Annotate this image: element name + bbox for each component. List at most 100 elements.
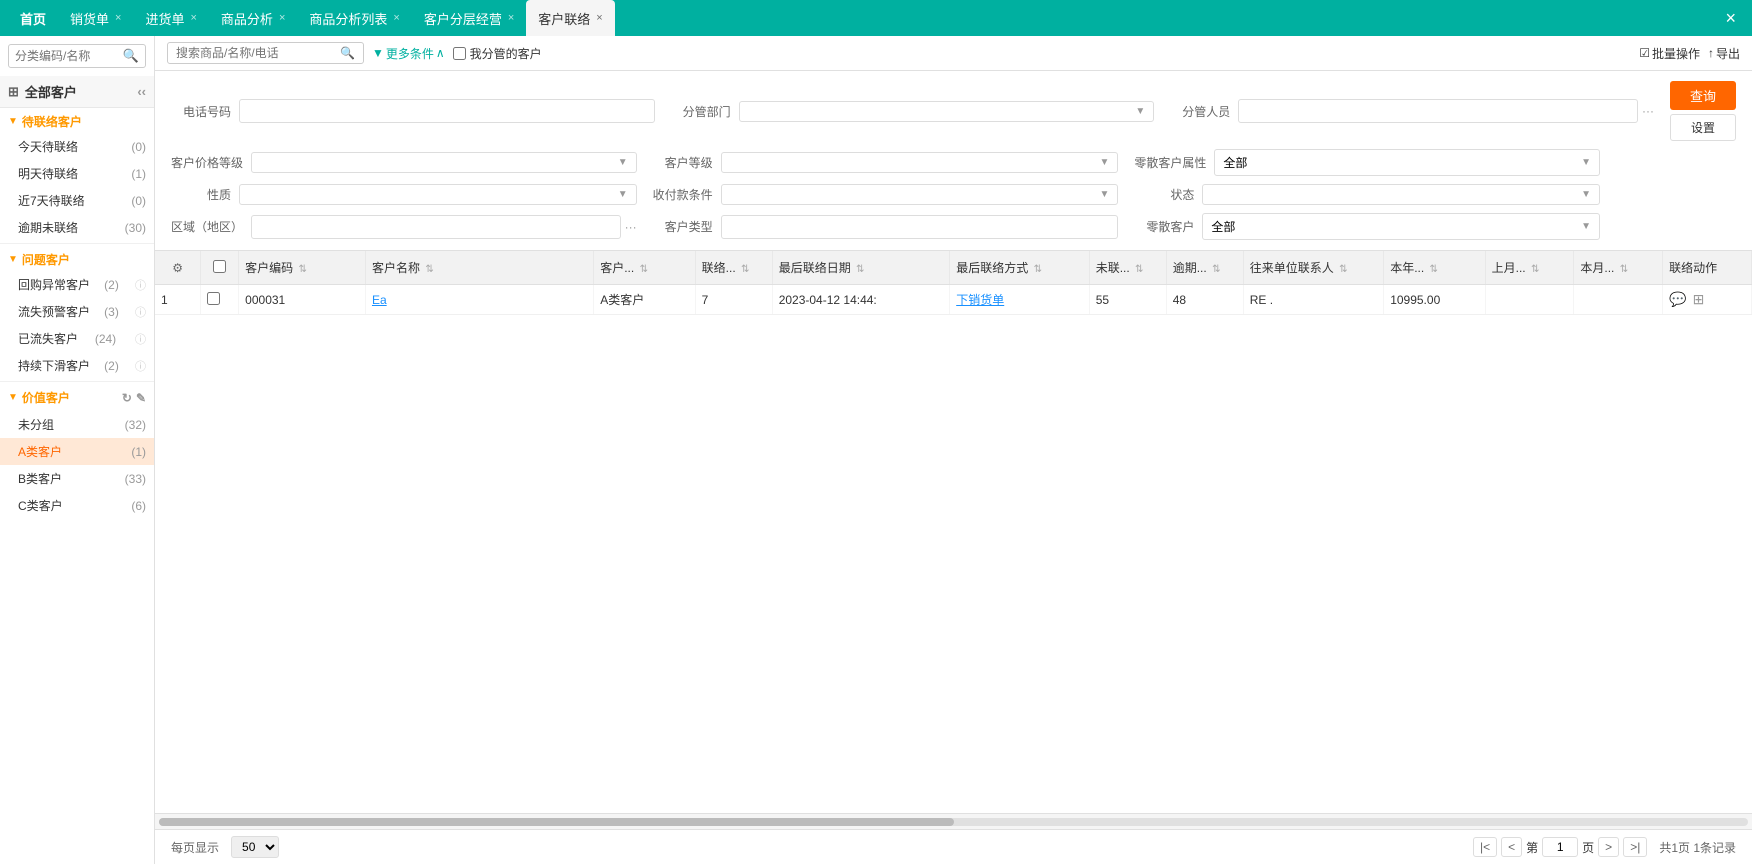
sort-code-icon[interactable]: ⇅ [299, 264, 307, 275]
customer-grade-arrow-icon: ▼ [1099, 157, 1109, 168]
refresh-icon[interactable]: ↻ [122, 391, 132, 405]
page-input[interactable] [1542, 837, 1578, 857]
close-customer-contact-tab[interactable]: × [596, 12, 602, 24]
last-method-link[interactable]: 下销货单 [956, 293, 1004, 307]
sidebar-item-b-class[interactable]: B类客户 (33) [0, 465, 154, 492]
sort-overdue-icon[interactable]: ⇅ [1212, 264, 1220, 275]
sidebar-item-overdue[interactable]: 逾期未联络 (30) [0, 214, 154, 241]
chat-icon[interactable]: 💬 [1669, 291, 1686, 308]
sidebar-group-problem[interactable]: ▼ 问题客户 [0, 246, 154, 271]
tab-customer-layer[interactable]: 客户分层经营 × [412, 0, 526, 36]
tab-purchase[interactable]: 进货单 × [133, 0, 208, 36]
tab-product-list[interactable]: 商品分析列表 × [297, 0, 411, 36]
qr-icon[interactable]: ⊞ [1693, 291, 1705, 308]
sidebar-item-churn-warning[interactable]: 流失预警客户 (3) ⓘ [0, 298, 154, 325]
first-page-btn[interactable]: |< [1473, 837, 1497, 857]
label-payment: 收付款条件 [653, 186, 713, 203]
sidebar-all-customers-header[interactable]: ⊞ 全部客户 ‹‹ [0, 76, 154, 108]
batch-op-btn[interactable]: ☑ 批量操作 [1639, 45, 1700, 62]
close-sales-tab[interactable]: × [115, 12, 121, 24]
next-page-btn[interactable]: > [1598, 837, 1619, 857]
select-status[interactable]: ▼ [1202, 184, 1600, 205]
sidebar-group-value[interactable]: ▼ 价值客户 ↻ ✎ [0, 384, 154, 411]
filter-search-icon[interactable]: 🔍 [340, 46, 355, 60]
export-btn[interactable]: ↑ 导出 [1708, 45, 1740, 62]
more-filter-arrow: ∧ [436, 46, 445, 60]
close-product-analysis-tab[interactable]: × [279, 12, 285, 24]
gear-icon[interactable]: ⚙ [172, 261, 183, 275]
tab-sales[interactable]: 销货单 × [58, 0, 133, 36]
input-region[interactable] [251, 215, 621, 239]
col-gear[interactable]: ⚙ [155, 251, 201, 285]
sidebar-collapse-btn[interactable]: ‹‹ [137, 84, 146, 99]
select-retail-attr[interactable]: 全部 ▼ [1214, 149, 1600, 176]
prev-page-btn[interactable]: < [1501, 837, 1522, 857]
my-customer-checkbox[interactable] [453, 47, 466, 60]
select-all-checkbox[interactable] [213, 260, 226, 273]
sort-last-month-icon[interactable]: ⇅ [1531, 264, 1539, 275]
sidebar-item-today[interactable]: 今天待联络 (0) [0, 133, 154, 160]
col-uncontacted: 未联... ⇅ [1089, 251, 1166, 285]
close-customer-layer-tab[interactable]: × [508, 12, 514, 24]
sidebar-search-input[interactable] [15, 49, 123, 63]
tab-home[interactable]: 首页 [8, 0, 58, 36]
label-customer-grade: 客户等级 [653, 154, 713, 171]
page-size-select[interactable]: 50 [231, 836, 279, 858]
select-customer-grade[interactable]: ▼ [721, 152, 1119, 173]
select-dept[interactable]: ▼ [739, 101, 1155, 122]
close-product-list-tab[interactable]: × [393, 12, 399, 24]
sort-this-month-icon[interactable]: ⇅ [1620, 264, 1628, 275]
tab-customer-contact[interactable]: 客户联络 × [526, 0, 614, 36]
sidebar-item-a-class[interactable]: A类客户 (1) [0, 438, 154, 465]
more-filter-btn[interactable]: ▼ 更多条件 ∧ [372, 45, 445, 62]
input-manager[interactable] [1238, 99, 1638, 123]
sidebar-item-c-class[interactable]: C类客户 (6) [0, 492, 154, 519]
region-dots[interactable]: ··· [625, 220, 637, 234]
select-price-grade[interactable]: ▼ [251, 152, 637, 173]
sidebar-item-churned[interactable]: 已流失客户 (24) ⓘ [0, 325, 154, 352]
row-checkbox[interactable] [207, 292, 220, 305]
sort-grade-icon[interactable]: ⇅ [640, 264, 648, 275]
edit-icon[interactable]: ✎ [136, 391, 146, 405]
sidebar-item-ungrouped[interactable]: 未分组 (32) [0, 411, 154, 438]
manager-dots[interactable]: ··· [1642, 104, 1654, 118]
customer-name-link[interactable]: Ea [372, 293, 387, 307]
sidebar-item-declining[interactable]: 持续下滑客户 (2) ⓘ [0, 352, 154, 379]
select-nature[interactable]: ▼ [239, 184, 637, 205]
sidebar-item-tomorrow[interactable]: 明天待联络 (1) [0, 160, 154, 187]
select-payment[interactable]: ▼ [721, 184, 1119, 205]
sort-name-icon[interactable]: ⇅ [425, 264, 433, 275]
dept-arrow-icon: ▼ [1135, 106, 1145, 117]
sort-this-year-icon[interactable]: ⇅ [1430, 264, 1438, 275]
tab-product-analysis[interactable]: 商品分析 × [209, 0, 297, 36]
query-button[interactable]: 查询 [1670, 81, 1736, 110]
close-all-tabs[interactable]: × [1717, 8, 1744, 29]
col-checkbox[interactable] [201, 251, 239, 285]
sidebar-item-repurchase-abnormal[interactable]: 回购异常客户 (2) ⓘ [0, 271, 154, 298]
sort-uncontacted-icon[interactable]: ⇅ [1135, 264, 1143, 275]
sort-last-date-icon[interactable]: ⇅ [856, 264, 864, 275]
cell-last-method[interactable]: 下销货单 [950, 285, 1089, 315]
cell-checkbox[interactable] [201, 285, 239, 315]
sidebar-group-pending[interactable]: ▼ 待联络客户 [0, 108, 154, 133]
settings-button[interactable]: 设置 [1670, 114, 1736, 141]
close-purchase-tab[interactable]: × [190, 12, 196, 24]
sidebar-item-7days[interactable]: 近7天待联络 (0) [0, 187, 154, 214]
cell-name[interactable]: Ea [365, 285, 593, 315]
horizontal-scrollbar[interactable] [155, 813, 1752, 829]
sort-contact-count-icon[interactable]: ⇅ [741, 264, 749, 275]
cell-last-month [1485, 285, 1574, 315]
last-page-btn[interactable]: >| [1623, 837, 1647, 857]
select-retail[interactable]: 全部 ▼ [1202, 213, 1600, 240]
sort-contact-person-icon[interactable]: ⇅ [1339, 264, 1347, 275]
sidebar-search-icon[interactable]: 🔍 [123, 48, 139, 64]
sort-last-method-icon[interactable]: ⇅ [1034, 264, 1042, 275]
input-phone[interactable] [239, 99, 655, 123]
my-customer-checkbox-label[interactable]: 我分管的客户 [453, 45, 542, 62]
batch-op-icon: ☑ [1639, 46, 1650, 60]
filter-search-input[interactable] [176, 46, 336, 60]
input-customer-type[interactable] [721, 215, 1119, 239]
scrollbar-track[interactable] [159, 818, 1748, 826]
scrollbar-thumb[interactable] [159, 818, 954, 826]
table-header-row: ⚙ 客户编码 ⇅ 客户名称 ⇅ [155, 251, 1752, 285]
